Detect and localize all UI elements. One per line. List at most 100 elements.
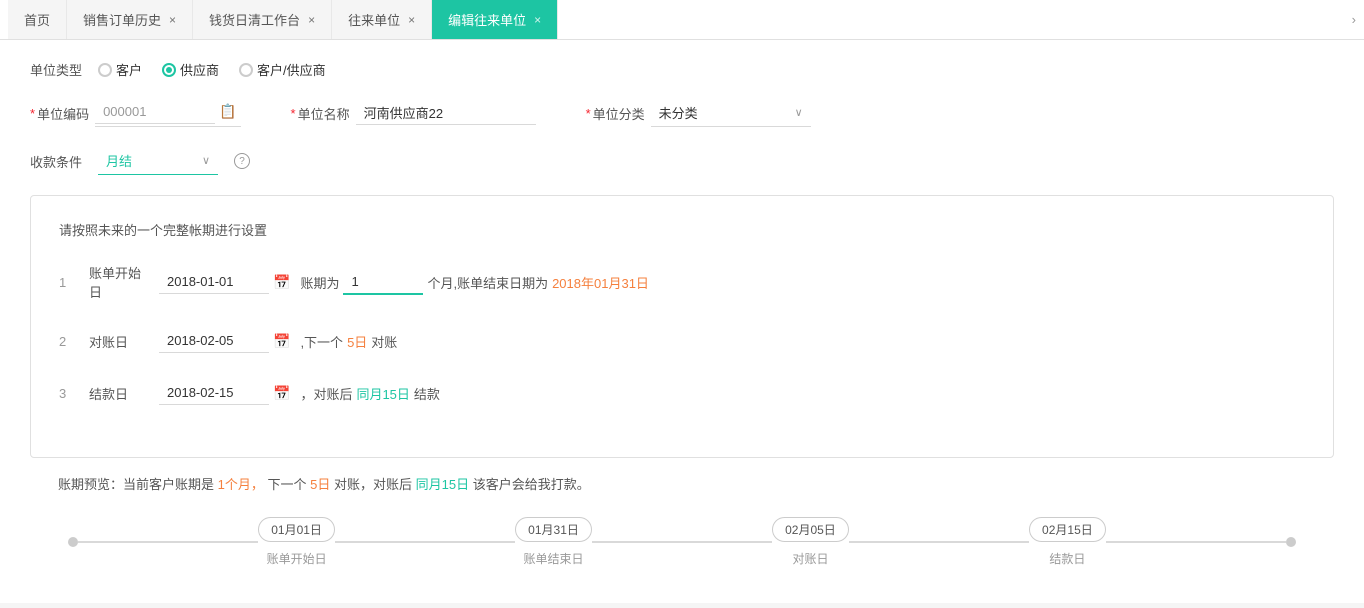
timeline-line-2: [335, 541, 515, 543]
unit-category-value: 未分类: [659, 103, 698, 122]
preview-label: 账期预览：当前客户账期是: [58, 477, 214, 492]
start-row-description: 账期为 个月,账单结束日期为 2018年01月31日: [300, 270, 648, 295]
radio-both-label: 客户/供应商: [257, 60, 326, 79]
reconcile-prefix: ,下一个: [300, 332, 343, 351]
end-date-highlight: 2018年01月31日: [552, 273, 649, 292]
row-num-3: 3: [59, 386, 79, 401]
unit-code-input-wrapper: 📋: [95, 100, 240, 127]
help-icon[interactable]: ?: [234, 153, 250, 169]
radio-supplier[interactable]: 供应商: [162, 60, 219, 79]
timeline-label-1: 账单开始日: [267, 550, 327, 567]
tab-bar: 首页 销售订单历史 × 钱货日清工作台 × 往来单位 × 编辑往来单位 × ›: [0, 0, 1364, 40]
tab-cash-work-label: 钱货日清工作台: [209, 10, 300, 29]
radio-supplier-label: 供应商: [180, 60, 219, 79]
unit-code-label: 单位编码: [37, 104, 89, 123]
radio-both-circle: [239, 63, 253, 77]
payment-terms-row: 收款条件 月结 ∨ ?: [30, 147, 1334, 175]
radio-customer-label: 客户: [116, 60, 142, 79]
row-num-2: 2: [59, 334, 79, 349]
payment-day-highlight: 同月15日: [356, 384, 409, 403]
timeline: 01月01日 账单开始日 01月31日 账单结束日 02月05日 对账日 02月…: [58, 517, 1306, 567]
radio-customer-circle: [98, 63, 112, 77]
reconcile-day-highlight: 5日: [347, 332, 367, 351]
unit-name-group: * 单位名称: [291, 101, 536, 125]
month-unit: 个月,账单结束日期为: [427, 273, 548, 292]
timeline-line-1: [78, 541, 258, 543]
timeline-label-3: 对账日: [792, 550, 828, 567]
timeline-line-4: [849, 541, 1029, 543]
month-input[interactable]: [343, 270, 423, 295]
tab-partner-close[interactable]: ×: [408, 13, 415, 27]
main-content: 单位类型 客户 供应商 客户/供应商 * 单位编码 📋: [0, 40, 1364, 603]
preview-text: 账期预览：当前客户账期是 1个月， 下一个 5日 对账，对账后 同月15日 该客…: [58, 474, 1306, 493]
reconcile-description: ,下一个 5日 对账: [300, 332, 397, 351]
reconcile-calendar-icon[interactable]: 📅: [273, 333, 290, 350]
row-label-2: 对账日: [89, 332, 149, 351]
preview-period: 1个月，: [218, 477, 264, 492]
timeline-point-1: 01月01日 账单开始日: [258, 517, 335, 567]
tab-sales-history-close[interactable]: ×: [169, 13, 176, 27]
tab-edit-partner-close[interactable]: ×: [534, 13, 541, 27]
tab-cash-work[interactable]: 钱货日清工作台 ×: [193, 0, 332, 39]
unit-name-label: 单位名称: [298, 104, 350, 123]
reconcile-date-wrapper: 📅: [159, 329, 290, 353]
preview-payment-day: 同月15日: [416, 477, 469, 492]
unit-type-radio-group: 客户 供应商 客户/供应商: [98, 60, 326, 79]
payment-date-input[interactable]: [159, 381, 269, 405]
radio-both[interactable]: 客户/供应商: [239, 60, 326, 79]
timeline-badge-2: 01月31日: [515, 517, 592, 542]
timeline-right-dot: [1286, 537, 1296, 547]
unit-category-chevron-icon: ∨: [795, 106, 803, 119]
unit-category-select[interactable]: 未分类 ∨: [651, 99, 811, 127]
reconcile-date-input[interactable]: [159, 329, 269, 353]
timeline-badge-4: 02月15日: [1029, 517, 1106, 542]
unit-type-row: 单位类型 客户 供应商 客户/供应商: [30, 60, 1334, 79]
unit-details-row: * 单位编码 📋 * 单位名称 * 单位分类 未分类 ∨: [30, 99, 1334, 127]
start-date-calendar-icon[interactable]: 📅: [273, 274, 290, 291]
timeline-badge-1: 01月01日: [258, 517, 335, 542]
row-num-1: 1: [59, 275, 79, 290]
start-date-input[interactable]: [159, 270, 269, 294]
tab-edit-partner[interactable]: 编辑往来单位 ×: [432, 0, 558, 39]
timeline-point-2: 01月31日 账单结束日: [515, 517, 592, 567]
payment-suffix: 结款: [414, 384, 440, 403]
preview-reconcile-prefix: 下一个: [268, 477, 307, 492]
unit-code-input[interactable]: [95, 100, 215, 124]
radio-supplier-circle: [162, 63, 176, 77]
payment-row: 3 结款日 📅 ，对账后 同月15日 结款: [59, 381, 1305, 405]
unit-name-input[interactable]: [356, 101, 536, 125]
timeline-label-2: 账单结束日: [524, 550, 584, 567]
payment-terms-value: 月结: [106, 151, 132, 170]
unit-category-group: * 单位分类 未分类 ∨: [586, 99, 811, 127]
timeline-point-3: 02月05日 对账日: [772, 517, 849, 567]
timeline-line-3: [592, 541, 772, 543]
radio-customer[interactable]: 客户: [98, 60, 142, 79]
tab-sales-history[interactable]: 销售订单历史 ×: [67, 0, 193, 39]
period-label: 账期为: [300, 273, 339, 292]
payment-terms-select[interactable]: 月结 ∨: [98, 147, 218, 175]
reconcile-row: 2 对账日 📅 ,下一个 5日 对账: [59, 329, 1305, 353]
payment-terms-chevron-icon: ∨: [202, 154, 210, 167]
timeline-label-4: 结款日: [1049, 550, 1085, 567]
tab-home[interactable]: 首页: [8, 0, 67, 39]
tab-home-label: 首页: [24, 10, 50, 29]
timeline-point-4: 02月15日 结款日: [1029, 517, 1106, 567]
account-start-row: 1 账单开始日 📅 账期为 个月,账单结束日期为 2018年01月31日: [59, 263, 1305, 301]
payment-calendar-icon[interactable]: 📅: [273, 385, 290, 402]
row-label-1: 账单开始日: [89, 263, 149, 301]
tab-more-button[interactable]: ›: [1344, 0, 1364, 39]
timeline-badge-3: 02月05日: [772, 517, 849, 542]
unit-type-label: 单位类型: [30, 60, 82, 79]
tab-cash-work-close[interactable]: ×: [308, 13, 315, 27]
tab-partner[interactable]: 往来单位 ×: [332, 0, 432, 39]
reconcile-suffix: 对账: [371, 332, 397, 351]
preview-reconcile-suffix: 对账，对账后: [334, 477, 412, 492]
payment-prefix: ，对账后: [300, 384, 352, 403]
tab-sales-history-label: 销售订单历史: [83, 10, 161, 29]
panel-title: 请按照未来的一个完整帐期进行设置: [59, 220, 1305, 239]
timeline-line-5: [1106, 541, 1286, 543]
row-label-3: 结款日: [89, 384, 149, 403]
unit-code-required: *: [30, 106, 35, 121]
unit-code-icon[interactable]: 📋: [215, 103, 240, 120]
payment-description: ，对账后 同月15日 结款: [300, 384, 440, 403]
